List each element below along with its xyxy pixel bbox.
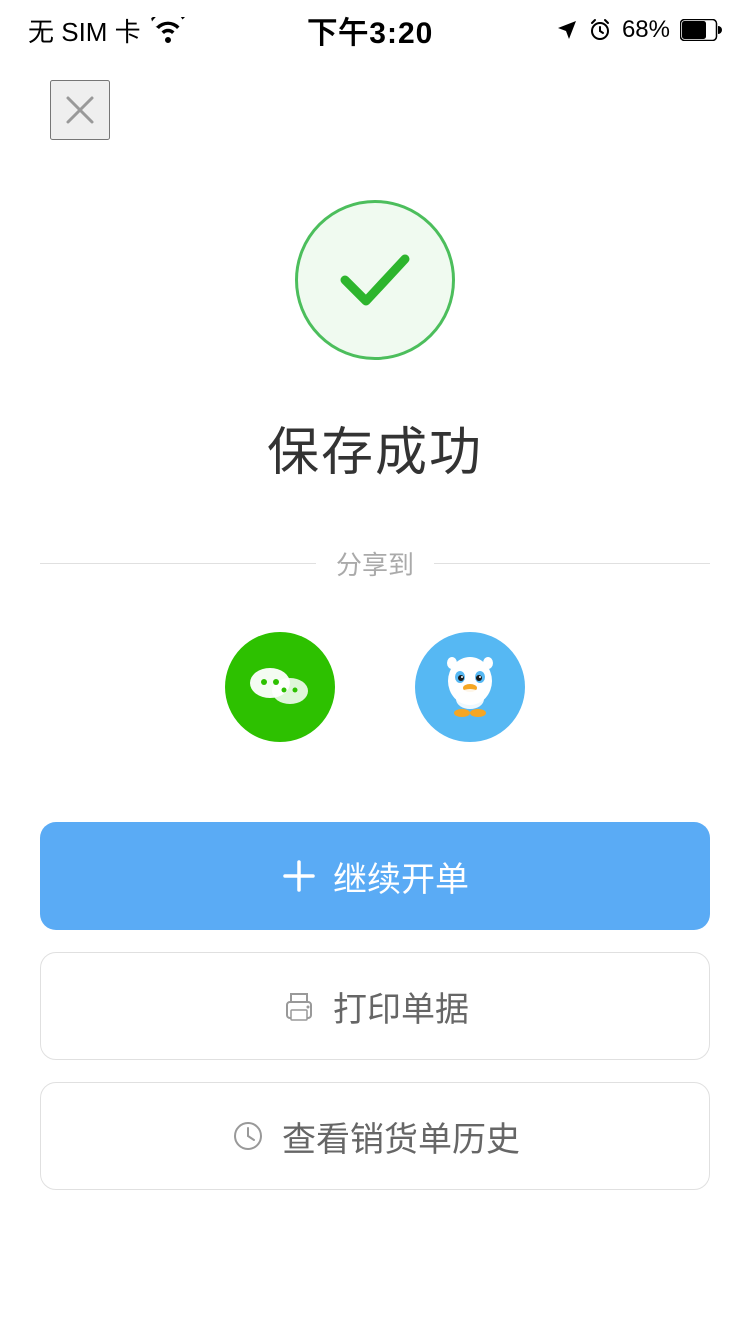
qq-icon [438, 651, 502, 723]
share-row [225, 632, 525, 742]
qq-share-button[interactable] [415, 632, 525, 742]
share-label: 分享到 [336, 545, 414, 582]
wechat-icon [246, 657, 314, 717]
print-label: 打印单据 [333, 982, 469, 1031]
printer-icon [281, 988, 317, 1024]
history-button[interactable]: 查看销货单历史 [40, 1082, 710, 1190]
main-content: 保存成功 分享到 [0, 60, 750, 1334]
print-button[interactable]: 打印单据 [40, 952, 710, 1060]
alarm-icon [588, 18, 612, 42]
status-right: 68% [556, 16, 722, 44]
status-bar: 无 SIM 卡 下午3:20 68% [0, 0, 750, 60]
continue-label: 继续开单 [333, 852, 469, 901]
continue-button[interactable]: 继续开单 [40, 822, 710, 930]
clock-icon [230, 1118, 266, 1154]
status-time: 下午3:20 [307, 8, 433, 52]
no-sim-label: 无 SIM 卡 [28, 12, 141, 49]
action-buttons: 继续开单 打印单据 查看销货单历史 [40, 822, 710, 1190]
history-label: 查看销货单历史 [282, 1112, 520, 1161]
divider-line-left [40, 563, 316, 564]
battery-label: 68% [622, 16, 670, 44]
share-divider: 分享到 [40, 545, 710, 582]
battery-icon [680, 19, 722, 41]
wechat-share-button[interactable] [225, 632, 335, 742]
close-button[interactable] [50, 80, 110, 140]
wifi-icon [151, 17, 185, 43]
success-circle [295, 200, 455, 360]
checkmark-icon [330, 235, 420, 325]
location-icon [556, 19, 578, 41]
plus-icon [281, 858, 317, 894]
success-title: 保存成功 [267, 410, 483, 485]
status-left: 无 SIM 卡 [28, 12, 185, 49]
divider-line-right [434, 563, 710, 564]
